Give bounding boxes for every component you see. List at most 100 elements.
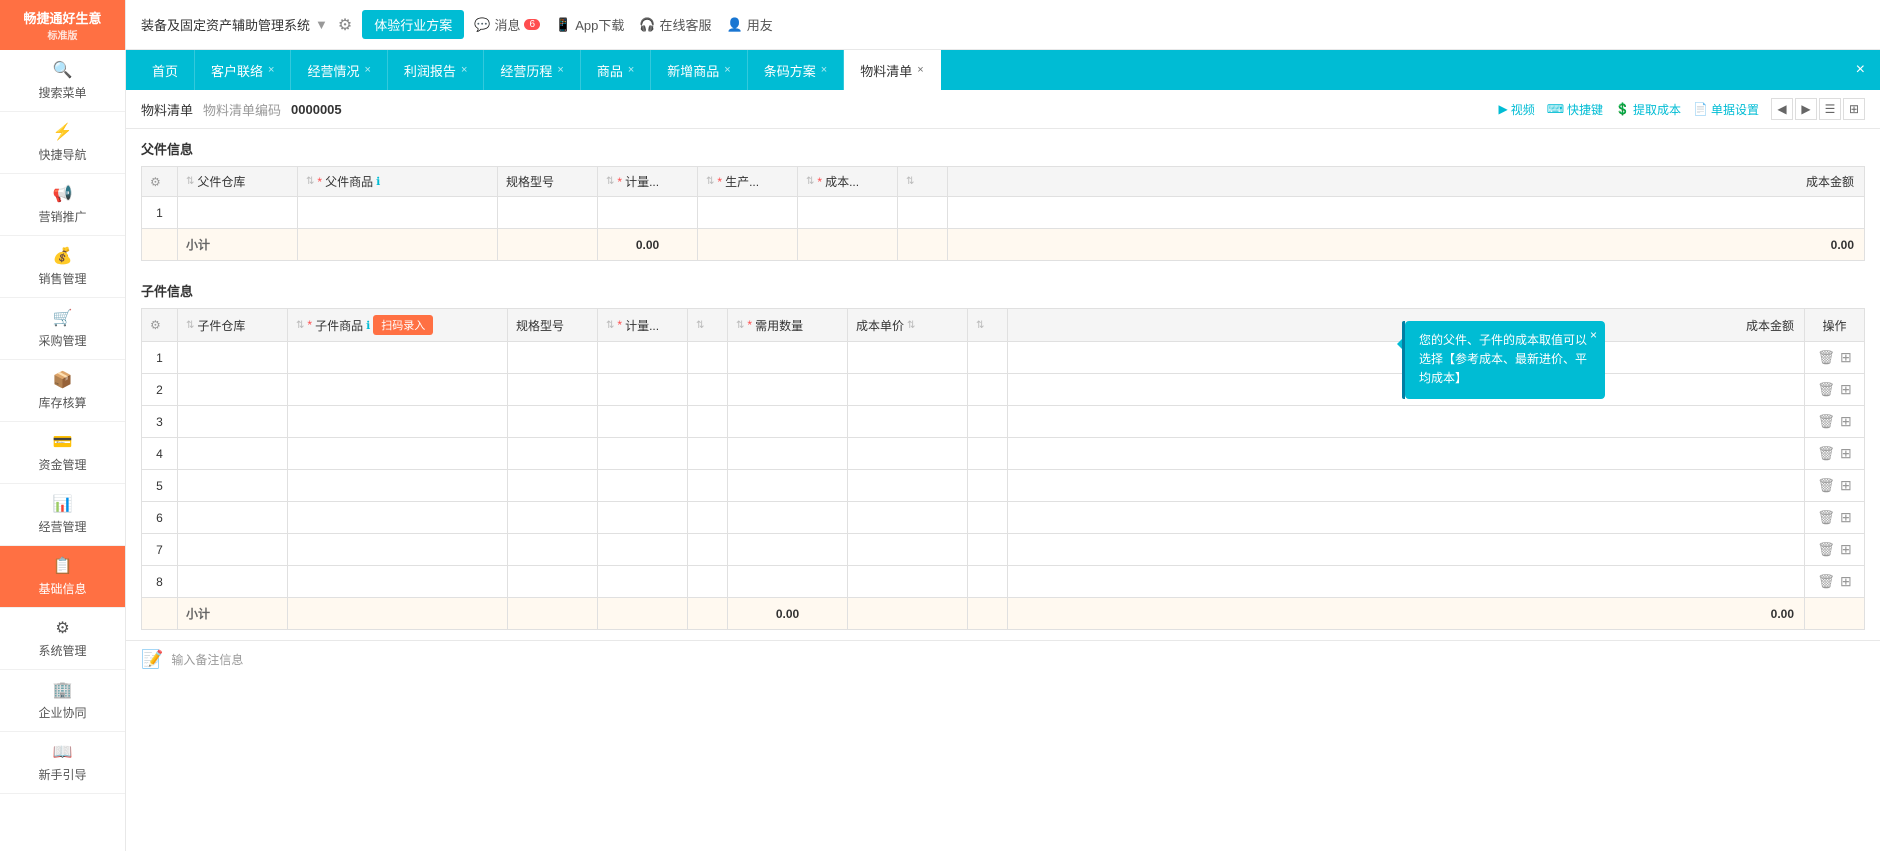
parent-cost-cell[interactable] <box>798 197 898 229</box>
sidebar-item-sales[interactable]: 💰 销售管理 <box>0 236 125 298</box>
child-warehouse-cell-7[interactable] <box>178 534 288 566</box>
child-copy-icon-7[interactable]: ⊞ <box>1840 541 1852 558</box>
child-warehouse-cell-6[interactable] <box>178 502 288 534</box>
system-selector[interactable]: 装备及固定资产辅助管理系统 ▼ <box>141 15 328 34</box>
sidebar-item-purchase[interactable]: 🛒 采购管理 <box>0 298 125 360</box>
sidebar-item-basic_info[interactable]: 📋 基础信息 <box>0 546 125 608</box>
child-needed-qty-cell-6[interactable] <box>728 502 848 534</box>
parent-spec-cell[interactable] <box>498 197 598 229</box>
child-copy-icon-4[interactable]: ⊞ <box>1840 445 1852 462</box>
child-needed-qty-cell-8[interactable] <box>728 566 848 598</box>
cost-action[interactable]: 💲 提取成本 <box>1615 101 1681 118</box>
child-unit-cost-cell-8[interactable] <box>848 566 968 598</box>
child-copy-icon-3[interactable]: ⊞ <box>1840 413 1852 430</box>
child-product-cell-1[interactable] <box>288 342 508 374</box>
child-copy-icon-8[interactable]: ⊞ <box>1840 573 1852 590</box>
nav-prev-arrow[interactable]: ◀ <box>1771 98 1793 120</box>
child-unit-cost-cell-7[interactable] <box>848 534 968 566</box>
parent-qty-cell[interactable] <box>598 197 698 229</box>
child-spec-cell-5[interactable] <box>508 470 598 502</box>
nav-list-icon[interactable]: ☰ <box>1819 98 1841 120</box>
child-product-cell-6[interactable] <box>288 502 508 534</box>
dropdown-icon[interactable]: ▼ <box>315 17 328 32</box>
nav-tab-close-new_product[interactable]: × <box>724 64 730 76</box>
child-qty-unit-cell-8[interactable] <box>598 566 688 598</box>
sidebar-item-finance[interactable]: 💳 资金管理 <box>0 422 125 484</box>
child-spec-cell-8[interactable] <box>508 566 598 598</box>
sidebar-item-operation_mgr[interactable]: 📊 经营管理 <box>0 484 125 546</box>
scan-input-button[interactable]: 扫码录入 <box>373 315 433 335</box>
child-product-cell-3[interactable] <box>288 406 508 438</box>
child-product-cell-5[interactable] <box>288 470 508 502</box>
child-warehouse-cell-3[interactable] <box>178 406 288 438</box>
nav-tab-close-customer[interactable]: × <box>268 64 274 76</box>
sidebar-item-guide[interactable]: 📖 新手引导 <box>0 732 125 794</box>
nav-tab-bom[interactable]: 物料清单× <box>844 50 940 90</box>
child-copy-icon-2[interactable]: ⊞ <box>1840 381 1852 398</box>
nav-tab-history[interactable]: 经营历程× <box>484 50 580 90</box>
child-unit-cost-cell-2[interactable] <box>848 374 968 406</box>
sidebar-item-system[interactable]: ⚙ 系统管理 <box>0 608 125 670</box>
nav-tab-close-profit[interactable]: × <box>461 64 467 76</box>
nav-tab-customer[interactable]: 客户联络× <box>195 50 291 90</box>
nav-tab-home[interactable]: 首页 <box>136 50 195 90</box>
nav-tab-close-product[interactable]: × <box>628 64 634 76</box>
nav-tab-barcode[interactable]: 条码方案× <box>748 50 844 90</box>
child-spec-cell-7[interactable] <box>508 534 598 566</box>
child-qty-unit-cell-7[interactable] <box>598 534 688 566</box>
child-spec-cell-1[interactable] <box>508 342 598 374</box>
child-unit-cost-cell-3[interactable] <box>848 406 968 438</box>
child-warehouse-cell-4[interactable] <box>178 438 288 470</box>
child-qty-unit-cell-3[interactable] <box>598 406 688 438</box>
nav-close-all-button[interactable]: × <box>1851 61 1870 79</box>
child-copy-icon-5[interactable]: ⊞ <box>1840 477 1852 494</box>
child-product-cell-4[interactable] <box>288 438 508 470</box>
child-qty-unit-cell-1[interactable] <box>598 342 688 374</box>
sidebar-item-enterprise[interactable]: 🏢 企业协同 <box>0 670 125 732</box>
child-unit-cost-cell-6[interactable] <box>848 502 968 534</box>
sidebar-item-marketing[interactable]: 📢 营销推广 <box>0 174 125 236</box>
shortcut-action[interactable]: ⌨ 快捷键 <box>1547 101 1603 118</box>
child-unit-cost-cell-4[interactable] <box>848 438 968 470</box>
child-delete-icon-7[interactable]: 🗑 <box>1817 541 1835 558</box>
settings-action[interactable]: 📄 单据设置 <box>1693 101 1759 118</box>
parent-product-cell[interactable] <box>298 197 498 229</box>
nav-tab-operation[interactable]: 经营情况× <box>291 50 387 90</box>
child-product-cell-7[interactable] <box>288 534 508 566</box>
child-warehouse-cell-1[interactable] <box>178 342 288 374</box>
child-needed-qty-cell-4[interactable] <box>728 438 848 470</box>
online-service-action[interactable]: 🎧 在线客服 <box>639 15 711 34</box>
child-copy-icon-1[interactable]: ⊞ <box>1840 349 1852 366</box>
nav-tab-product[interactable]: 商品× <box>581 50 651 90</box>
child-qty-unit-cell-2[interactable] <box>598 374 688 406</box>
nav-next-arrow[interactable]: ▶ <box>1795 98 1817 120</box>
parent-production-cell[interactable] <box>698 197 798 229</box>
sidebar-item-inventory[interactable]: 📦 库存核算 <box>0 360 125 422</box>
child-qty-unit-cell-4[interactable] <box>598 438 688 470</box>
child-product-cell-8[interactable] <box>288 566 508 598</box>
child-delete-icon-8[interactable]: 🗑 <box>1817 573 1835 590</box>
child-delete-icon-2[interactable]: 🗑 <box>1817 381 1835 398</box>
child-warehouse-cell-8[interactable] <box>178 566 288 598</box>
experience-button[interactable]: 体验行业方案 <box>362 10 464 39</box>
child-delete-icon-5[interactable]: 🗑 <box>1817 477 1835 494</box>
child-delete-icon-3[interactable]: 🗑 <box>1817 413 1835 430</box>
child-qty-unit-cell-5[interactable] <box>598 470 688 502</box>
child-spec-cell-3[interactable] <box>508 406 598 438</box>
sidebar-item-search[interactable]: 🔍 搜索菜单 <box>0 50 125 112</box>
nav-tab-profit[interactable]: 利润报告× <box>388 50 484 90</box>
child-unit-cost-cell-1[interactable] <box>848 342 968 374</box>
nav-tab-close-history[interactable]: × <box>557 64 563 76</box>
child-qty-unit-cell-6[interactable] <box>598 502 688 534</box>
gear-icon[interactable]: ⚙ <box>338 15 352 35</box>
nav-tab-new_product[interactable]: 新增商品× <box>651 50 747 90</box>
child-needed-qty-cell-2[interactable] <box>728 374 848 406</box>
child-needed-qty-cell-7[interactable] <box>728 534 848 566</box>
child-needed-qty-cell-1[interactable] <box>728 342 848 374</box>
user-action[interactable]: 👤 用友 <box>727 15 773 34</box>
child-spec-cell-4[interactable] <box>508 438 598 470</box>
nav-expand-icon[interactable]: ⊞ <box>1843 98 1865 120</box>
child-spec-cell-2[interactable] <box>508 374 598 406</box>
child-needed-qty-cell-3[interactable] <box>728 406 848 438</box>
child-delete-icon-6[interactable]: 🗑 <box>1817 509 1835 526</box>
